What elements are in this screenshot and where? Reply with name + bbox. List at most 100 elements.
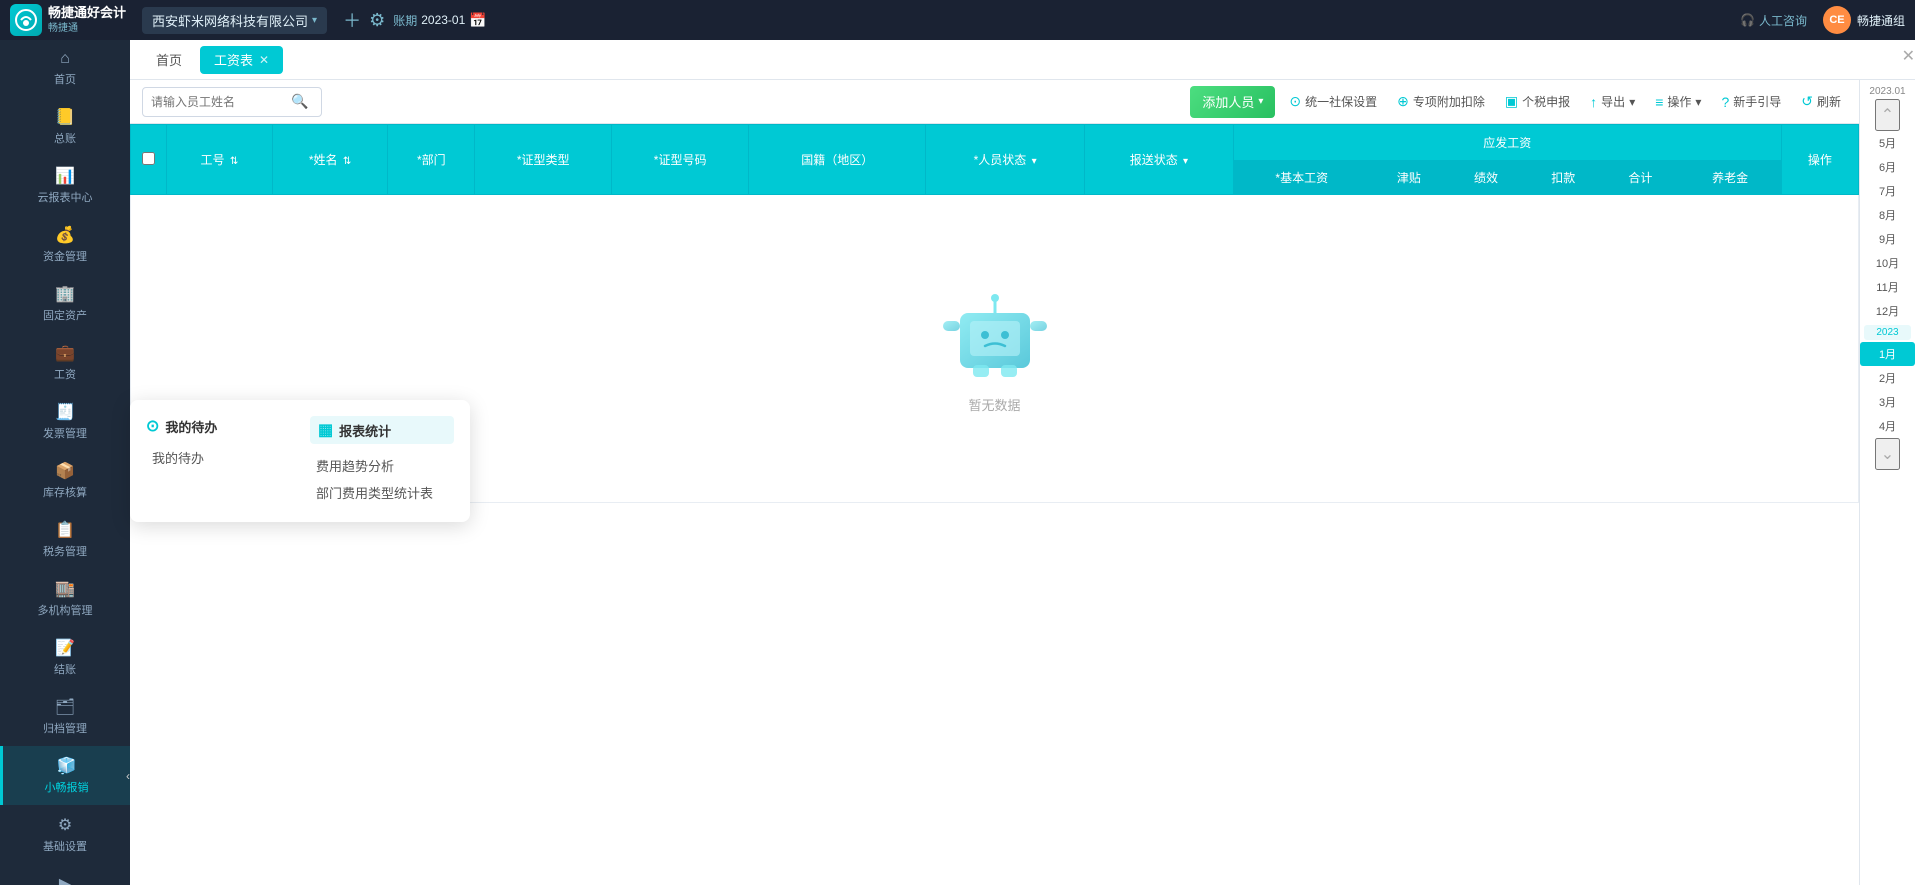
- add-company-btn[interactable]: ＋: [343, 7, 361, 33]
- company-selector[interactable]: 西安虾米网络科技有限公司 ▾: [142, 7, 327, 34]
- timeline-month-7[interactable]: 7月: [1860, 179, 1915, 203]
- dropdown-item-trend[interactable]: 费用趋势分析: [310, 452, 454, 479]
- col-dept[interactable]: *部门: [388, 125, 475, 195]
- tax-filing-icon: ▣: [1505, 93, 1518, 110]
- col-base-salary[interactable]: *基本工资: [1233, 161, 1370, 195]
- closeaccount-icon: 📝: [55, 638, 75, 658]
- sidebar-item-invoice[interactable]: 🧾 发票管理: [0, 392, 130, 451]
- select-all-checkbox[interactable]: [142, 152, 155, 165]
- reports-icon: 📊: [55, 166, 75, 186]
- sidebar-item-tax[interactable]: 📋 税务管理: [0, 510, 130, 569]
- guide-icon: ▶: [59, 874, 71, 885]
- operation-btn[interactable]: ≡ 操作 ▾: [1649, 93, 1707, 110]
- panel-close-btn[interactable]: ✕: [1902, 46, 1915, 66]
- dropdown-item-mytodo[interactable]: 我的待办: [146, 444, 290, 471]
- dropdown-col-reports: ▦ 报表统计 费用趋势分析 部门费用类型统计表: [310, 416, 454, 506]
- refresh-icon: ↺: [1801, 93, 1813, 110]
- col-send-status[interactable]: 报送状态 ▾: [1084, 125, 1233, 195]
- timeline-down-btn[interactable]: ⌄: [1875, 438, 1900, 470]
- timeline-month-3[interactable]: 3月: [1860, 390, 1915, 414]
- tax-icon: 📋: [55, 520, 75, 540]
- expense-icon: 🧊: [57, 756, 77, 776]
- add-person-btn[interactable]: 添加人员 ▾: [1190, 86, 1275, 118]
- sidebar-item-multiorg[interactable]: 🏬 多机构管理: [0, 569, 130, 628]
- operation-icon: ≡: [1655, 94, 1663, 110]
- special-deduction-btn[interactable]: ⊕ 专项附加扣除: [1391, 93, 1491, 110]
- sidebar-item-closeaccount[interactable]: 📝 结账: [0, 628, 130, 687]
- sidebar-item-archive[interactable]: 🗂 归档管理: [0, 687, 130, 746]
- timeline-month-8[interactable]: 8月: [1860, 203, 1915, 227]
- guide-btn[interactable]: ? 新手引导: [1715, 93, 1787, 110]
- timeline-month-12[interactable]: 12月: [1860, 299, 1915, 323]
- timeline-month-2[interactable]: 2月: [1860, 366, 1915, 390]
- tab-bar: 首页 工资表 ✕ ✕: [130, 40, 1915, 80]
- tax-filing-btn[interactable]: ▣ 个税申报: [1499, 93, 1576, 110]
- settings-btn[interactable]: ⚙: [369, 10, 385, 31]
- search-icon[interactable]: 🔍: [291, 93, 308, 110]
- sidebar-item-guide[interactable]: ▶ 新手引导: [0, 864, 130, 885]
- col-total[interactable]: 合计: [1602, 161, 1679, 195]
- home-icon: ⌂: [60, 50, 70, 68]
- col-nationality[interactable]: 国籍（地区）: [749, 125, 926, 195]
- col-allowance[interactable]: 津贴: [1370, 161, 1447, 195]
- logo-text: 畅捷通好会计 畅捷通: [48, 5, 126, 35]
- headset-icon: 🎧: [1740, 13, 1755, 27]
- add-btn-arrow: ▾: [1258, 96, 1263, 107]
- app-logo: [10, 4, 42, 36]
- sidebar-item-basic[interactable]: ⚙ 基础设置: [0, 805, 130, 864]
- user-area[interactable]: CE 畅捷通组: [1823, 6, 1905, 34]
- col-name[interactable]: *姓名 ⇅: [272, 125, 388, 195]
- sidebar-item-funds[interactable]: 💰 资金管理: [0, 215, 130, 274]
- tab-payroll[interactable]: 工资表 ✕: [200, 46, 283, 74]
- export-dropdown-icon: ▾: [1629, 95, 1635, 109]
- empty-state-text: 暂无数据: [968, 395, 1020, 414]
- col-deduction[interactable]: 扣款: [1525, 161, 1602, 195]
- timeline-month-10[interactable]: 10月: [1860, 251, 1915, 275]
- sidebar-item-reports[interactable]: 📊 云报表中心: [0, 156, 130, 215]
- sidebar-item-ledger[interactable]: 📒 总账: [0, 97, 130, 156]
- col-status[interactable]: *人员状态 ▾: [926, 125, 1085, 195]
- archive-icon: 🗂: [55, 697, 75, 717]
- company-dropdown-icon: ▾: [312, 15, 317, 26]
- timeline-month-4[interactable]: 4月: [1860, 414, 1915, 438]
- timeline-month-11[interactable]: 11月: [1860, 275, 1915, 299]
- col-idtype[interactable]: *证型类型: [475, 125, 612, 195]
- calendar-icon[interactable]: 📅: [469, 12, 486, 29]
- select-all-header[interactable]: [131, 125, 167, 195]
- dropdown-header-todo: ⊙ 我的待办: [146, 416, 290, 436]
- timeline-month-5[interactable]: 5月: [1860, 131, 1915, 155]
- timeline-month-9[interactable]: 9月: [1860, 227, 1915, 251]
- timeline-up-btn[interactable]: ⌃: [1875, 99, 1900, 131]
- sidebar-item-payroll[interactable]: 💼 工资: [0, 333, 130, 392]
- service-btn[interactable]: 🎧 人工咨询: [1740, 12, 1807, 29]
- social-security-btn[interactable]: ⊙ 统一社保设置: [1283, 93, 1383, 110]
- empty-icon: [935, 283, 1055, 383]
- tab-home[interactable]: 首页: [142, 46, 196, 74]
- refresh-btn[interactable]: ↺ 刷新: [1795, 93, 1847, 110]
- timeline-month-1[interactable]: 1月: [1860, 342, 1915, 366]
- timeline-month-6[interactable]: 6月: [1860, 155, 1915, 179]
- sidebar-item-home[interactable]: ⌂ 首页: [0, 40, 130, 97]
- col-idno[interactable]: *证型号码: [612, 125, 749, 195]
- search-input[interactable]: [151, 95, 291, 109]
- timeline-top-year: 2023.01: [1867, 84, 1907, 99]
- col-empno[interactable]: 工号 ⇅: [167, 125, 273, 195]
- expense-dropdown-popup: ⊙ 我的待办 我的待办 ▦ 报表统计 费用趋势分析 部门费用类型统计表: [130, 400, 470, 522]
- top-right-area: 🎧 人工咨询 CE 畅捷通组: [1740, 6, 1905, 34]
- period-label: 账期: [393, 12, 417, 29]
- tab-close-icon[interactable]: ✕: [259, 53, 269, 67]
- user-name: 畅捷通组: [1857, 12, 1905, 29]
- assets-icon: 🏢: [55, 284, 75, 304]
- dropdown-item-dept[interactable]: 部门费用类型统计表: [310, 479, 454, 506]
- logo-area: 畅捷通好会计 畅捷通: [10, 4, 126, 36]
- search-box[interactable]: 🔍: [142, 87, 322, 117]
- col-pension[interactable]: 养老金: [1679, 161, 1781, 195]
- payroll-icon: 💼: [55, 343, 75, 363]
- timeline-panel: 2023.01 ⌃ 5月 6月 7月 8月 9月 10月 11月 12月 202…: [1859, 80, 1915, 885]
- sidebar-item-inventory[interactable]: 📦 库存核算: [0, 451, 130, 510]
- export-btn[interactable]: ↑ 导出 ▾: [1584, 93, 1641, 110]
- sidebar-item-assets[interactable]: 🏢 固定资产: [0, 274, 130, 333]
- sidebar-item-expense[interactable]: 🧊 小畅报销 ‹: [0, 746, 130, 805]
- top-bar: 畅捷通好会计 畅捷通 西安虾米网络科技有限公司 ▾ ＋ ⚙ 账期 2023-01…: [0, 0, 1915, 40]
- col-performance[interactable]: 绩效: [1447, 161, 1524, 195]
